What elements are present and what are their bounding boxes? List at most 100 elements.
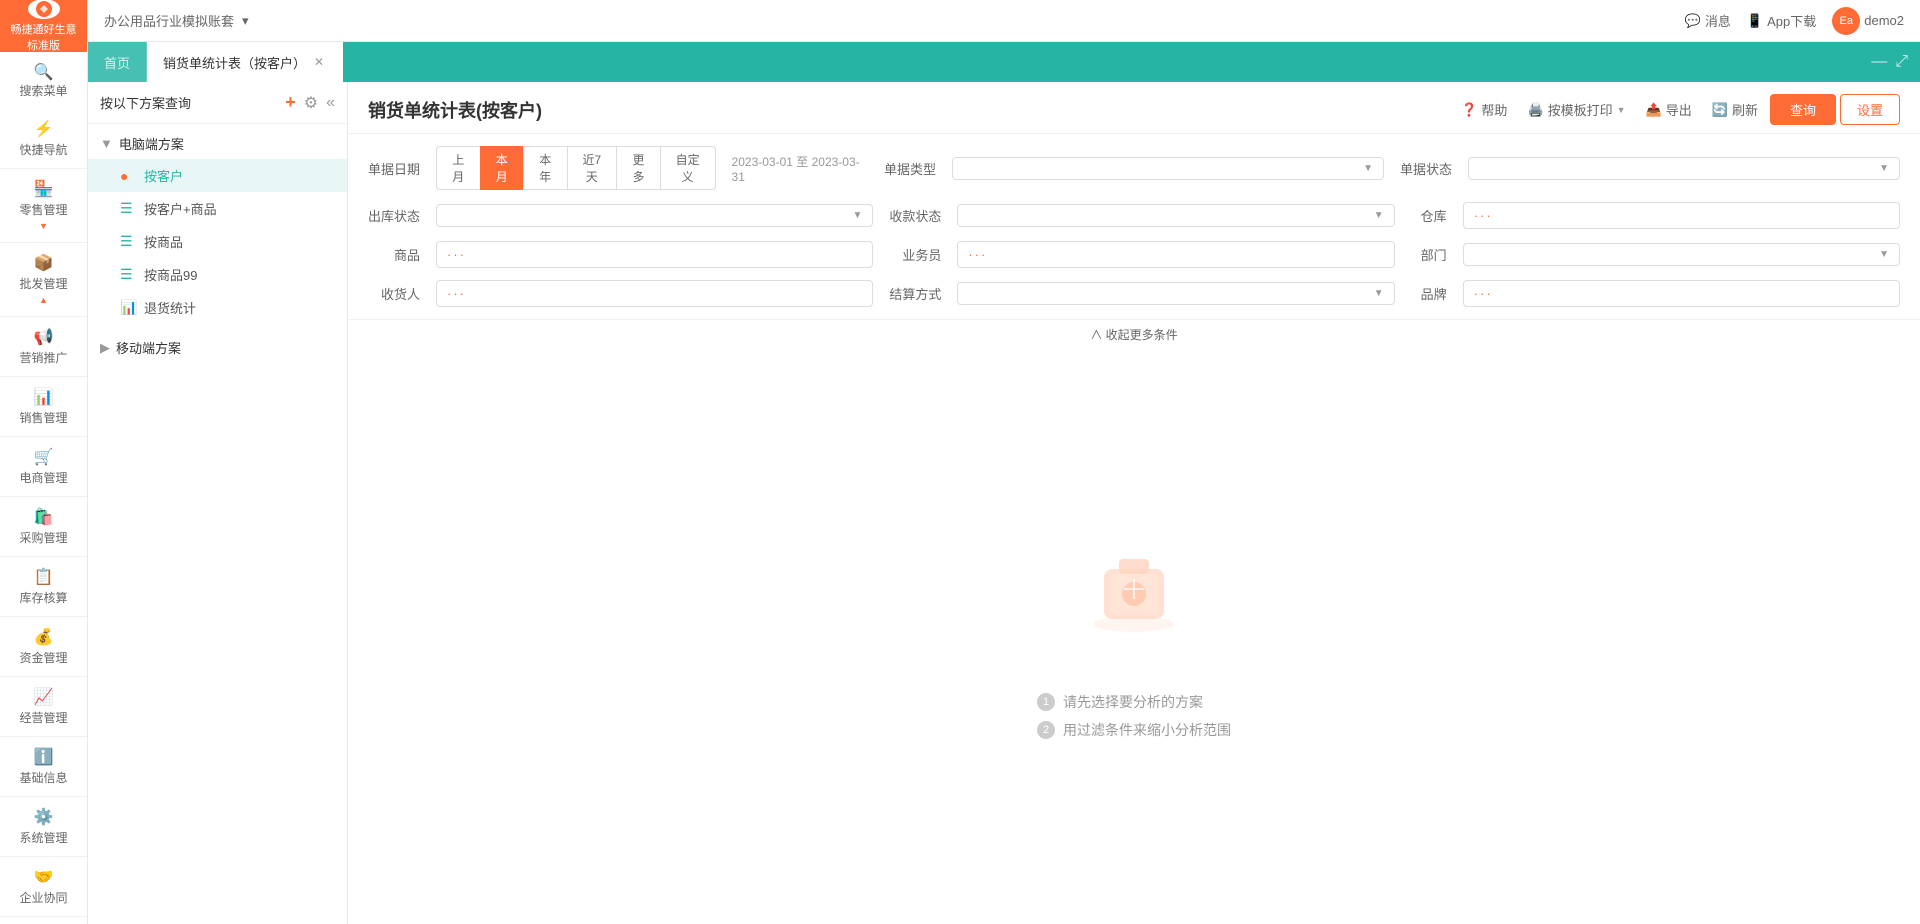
marketing-icon: 📢: [4, 327, 83, 347]
recipient-select[interactable]: ···: [436, 280, 873, 307]
sidebar-item-marketing[interactable]: 📢 营销推广: [0, 317, 87, 377]
finance-icon: 💰: [4, 627, 83, 647]
settings-scheme-btn[interactable]: ⚙: [304, 93, 318, 113]
scheme-by-goods[interactable]: ☰ 按商品: [88, 225, 347, 258]
date-more[interactable]: 更多: [616, 146, 660, 190]
collapse-panel-btn[interactable]: «: [326, 94, 335, 112]
sidebar-label-inventory: 库存核算: [4, 589, 83, 606]
by-goods-icon: ☰: [120, 233, 136, 250]
warehouse-select[interactable]: ···: [1463, 202, 1900, 229]
tab-home-label: 首页: [104, 53, 130, 72]
delivery-label: 出库状态: [368, 206, 420, 225]
message-btn[interactable]: 💬 消息: [1685, 11, 1731, 30]
scheme-goods-99[interactable]: ☰ 按商品99: [88, 258, 347, 291]
scheme-by-customer[interactable]: ● 按客户: [88, 159, 347, 192]
sidebar-item-operation[interactable]: 📈 经营管理: [0, 677, 87, 737]
sidebar-label-sales: 销售管理: [4, 409, 83, 426]
tip-item-1: 1 请先选择要分析的方案: [1037, 688, 1231, 716]
filter-row-1: 单据日期 上月 本月 本年 近7天 更多 自定义 2023-03-01 至 20…: [368, 146, 1900, 190]
sidebar: 畅捷通好生意 标准版 🔍 搜索菜单 ⚡ 快捷导航 🏪 零售管理 ▼ 📦 批发管理…: [0, 0, 88, 924]
doc-type-label: 单据类型: [884, 159, 936, 178]
department-label: 部门: [1411, 245, 1447, 264]
app-download-btn[interactable]: 📱 App下载: [1747, 11, 1816, 30]
sidebar-label-basic: 基础信息: [4, 769, 83, 786]
payment-chevron: ▼: [1374, 210, 1384, 221]
refresh-icon: 🔄: [1712, 102, 1728, 118]
purchase-icon: 🛍️: [4, 507, 83, 527]
salesperson-select[interactable]: ···: [957, 241, 1394, 268]
app-name: 畅捷通好生意: [11, 21, 77, 37]
empty-state: 1 请先选择要分析的方案 2 用过滤条件来缩小分析范围: [348, 349, 1920, 924]
scheme-customer-goods[interactable]: ☰ 按客户+商品: [88, 192, 347, 225]
sidebar-item-purchase[interactable]: 🛍️ 采购管理: [0, 497, 87, 557]
doc-type-chevron: ▼: [1363, 163, 1373, 174]
panel-header: 按以下方案查询 + ⚙ «: [88, 82, 347, 124]
query-btn[interactable]: 查询: [1770, 94, 1836, 125]
desktop-group-header[interactable]: ▼ 电脑端方案: [88, 128, 347, 159]
department-select[interactable]: ▼: [1463, 243, 1900, 266]
date-btn-group: 上月 本月 本年 近7天 更多 自定义: [436, 146, 716, 190]
doc-type-select[interactable]: ▼: [952, 157, 1384, 180]
goods-select[interactable]: ···: [436, 241, 873, 268]
collapse-bar[interactable]: ∧ 收起更多条件: [348, 319, 1920, 349]
tip-text-1: 请先选择要分析的方案: [1063, 688, 1203, 716]
export-label: 导出: [1666, 100, 1692, 119]
desktop-group-chevron: ▼: [100, 136, 113, 151]
tab-home[interactable]: 首页: [88, 42, 147, 82]
doc-status-label: 单据状态: [1400, 159, 1452, 178]
print-btn[interactable]: 🖨️ 按模板打印 ▼: [1519, 96, 1633, 123]
sidebar-item-enterprise[interactable]: 🤝 企业协同: [0, 857, 87, 917]
tab-close-btn[interactable]: ✕: [312, 53, 326, 71]
date-this-year[interactable]: 本年: [523, 146, 567, 190]
search-menu[interactable]: 🔍 搜索菜单: [0, 52, 87, 109]
export-btn[interactable]: 📤 导出: [1638, 96, 1700, 123]
goods-label: 商品: [368, 245, 420, 264]
sidebar-item-basic[interactable]: ℹ️ 基础信息: [0, 737, 87, 797]
scheme-return-stats[interactable]: 📊 退货统计: [88, 291, 347, 324]
filter-row-2: 出库状态 ▼ 收款状态 ▼ 仓库: [368, 202, 1900, 229]
basic-icon: ℹ️: [4, 747, 83, 767]
user-profile-btn[interactable]: Ea demo2: [1832, 7, 1904, 35]
sidebar-item-retail[interactable]: 🏪 零售管理 ▼: [0, 169, 87, 243]
sidebar-item-finance[interactable]: 💰 资金管理: [0, 617, 87, 677]
sidebar-item-newbie[interactable]: 🎯 新手引导: [0, 917, 87, 924]
mobile-group-header[interactable]: ▶ 移动端方案: [88, 332, 347, 363]
user-avatar: Ea: [1832, 7, 1860, 35]
industry-selector[interactable]: 办公用品行业模拟账套 ▾: [104, 11, 249, 30]
date-last-7[interactable]: 近7天: [567, 146, 617, 190]
sidebar-item-quicknav[interactable]: ⚡ 快捷导航: [0, 109, 87, 169]
date-this-month[interactable]: 本月: [480, 146, 524, 190]
sidebar-item-wholesale[interactable]: 📦 批发管理 ▲: [0, 243, 87, 317]
mobile-group-label: 移动端方案: [116, 338, 181, 357]
add-scheme-btn[interactable]: +: [285, 92, 296, 113]
app-download-label: App下载: [1767, 11, 1816, 30]
filter-row-3: 商品 ··· 业务员 ··· 部门: [368, 241, 1900, 268]
settings-btn[interactable]: 设置: [1840, 94, 1900, 125]
sidebar-label-ecommerce: 电商管理: [4, 469, 83, 486]
date-filter-control: 上月 本月 本年 近7天 更多 自定义 2023-03-01 至 2023-03…: [436, 146, 868, 190]
doc-status-select[interactable]: ▼: [1468, 157, 1900, 180]
help-btn[interactable]: ❓ 帮助: [1453, 96, 1515, 123]
date-custom[interactable]: 自定义: [660, 146, 716, 190]
sidebar-item-inventory[interactable]: 📋 库存核算: [0, 557, 87, 617]
doc-status-chevron: ▼: [1879, 163, 1889, 174]
tab-sales-stats[interactable]: 销货单统计表（按客户） ✕: [147, 42, 343, 82]
help-icon: ❓: [1461, 102, 1477, 118]
print-label: 按模板打印: [1548, 100, 1613, 119]
window-maximize-btn[interactable]: ⤢: [1895, 53, 1908, 71]
sidebar-item-sales[interactable]: 📊 销售管理: [0, 377, 87, 437]
sidebar-item-system[interactable]: ⚙️ 系统管理: [0, 797, 87, 857]
delivery-select[interactable]: ▼: [436, 204, 873, 227]
refresh-btn[interactable]: 🔄 刷新: [1704, 96, 1766, 123]
mobile-group-chevron: ▶: [100, 340, 110, 356]
sidebar-item-ecommerce[interactable]: 🛒 电商管理: [0, 437, 87, 497]
payment-select[interactable]: ▼: [957, 204, 1394, 227]
sidebar-label-marketing: 营销推广: [4, 349, 83, 366]
date-last-month[interactable]: 上月: [436, 146, 480, 190]
by-customer-icon: ●: [120, 168, 136, 184]
window-minimize-btn[interactable]: —: [1871, 53, 1887, 71]
page-title: 销货单统计表(按客户): [368, 97, 542, 123]
brand-select[interactable]: ···: [1463, 280, 1900, 307]
page-top-actions: ❓ 帮助 🖨️ 按模板打印 ▼ 📤 导出 🔄 刷新: [1453, 94, 1900, 125]
settlement-select[interactable]: ▼: [957, 282, 1394, 305]
